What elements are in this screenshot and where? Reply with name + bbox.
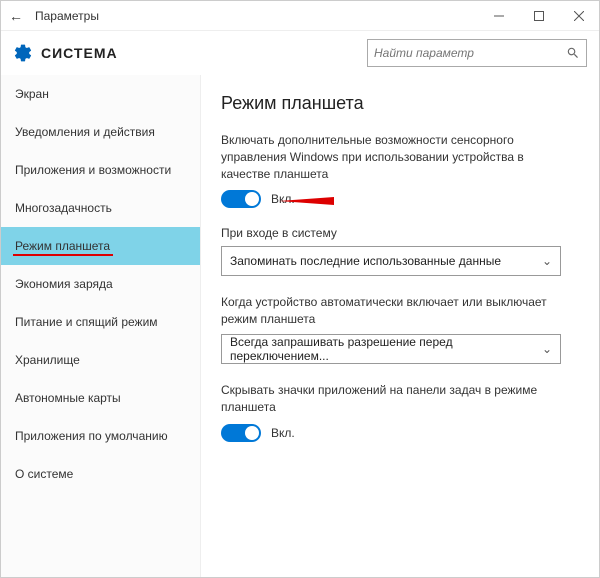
close-button[interactable] [559, 1, 599, 30]
sidebar-item-label: Автономные карты [15, 391, 121, 405]
toggle-row-1: Вкл. [221, 190, 579, 208]
sidebar-item[interactable]: Режим планшета [1, 227, 200, 265]
sidebar-item[interactable]: Экран [1, 75, 200, 113]
hide-icons-toggle[interactable] [221, 424, 261, 442]
tablet-mode-toggle[interactable] [221, 190, 261, 208]
sidebar: Экран Уведомления и действия Приложения и … [1, 75, 201, 577]
header: СИСТЕМА [1, 31, 599, 75]
sidebar-item-label: Приложения и возможности [15, 163, 171, 177]
section-title: СИСТЕМА [41, 45, 367, 61]
sidebar-item[interactable]: О системе [1, 455, 200, 493]
sidebar-item-label: Экран [15, 87, 49, 101]
search-box[interactable] [367, 39, 587, 67]
sublabel-auto: Когда устройство автоматически включает … [221, 294, 561, 328]
sidebar-item[interactable]: Многозадачность [1, 189, 200, 227]
maximize-button[interactable] [519, 1, 559, 30]
sidebar-item[interactable]: Автономные карты [1, 379, 200, 417]
minimize-button[interactable] [479, 1, 519, 30]
sidebar-item-label: Экономия заряда [15, 277, 113, 291]
content: Режим планшета Включать дополнительные в… [201, 75, 599, 577]
setting-desc-2: Скрывать значки приложений на панели зад… [221, 382, 561, 416]
select-value-1: Запоминать последние использованные данн… [230, 254, 501, 268]
sidebar-item[interactable]: Питание и спящий режим [1, 303, 200, 341]
titlebar: ← Параметры [1, 1, 599, 31]
signin-select[interactable]: Запоминать последние использованные данн… [221, 246, 561, 276]
page-title: Режим планшета [221, 93, 579, 114]
sublabel-signin: При входе в систему [221, 226, 579, 240]
toggle-label-2: Вкл. [271, 426, 295, 440]
sidebar-item-label: Уведомления и действия [15, 125, 155, 139]
annotation-underline [13, 254, 113, 256]
gear-icon [13, 43, 33, 63]
chevron-down-icon: ⌄ [542, 342, 552, 356]
annotation-arrow [279, 197, 334, 205]
sidebar-item-label: Хранилище [15, 353, 80, 367]
setting-desc-1: Включать дополнительные возможности сенс… [221, 132, 561, 182]
sidebar-item-label: Питание и спящий режим [15, 315, 158, 329]
sidebar-item-label: Приложения по умолчанию [15, 429, 168, 443]
sidebar-item[interactable]: Экономия заряда [1, 265, 200, 303]
search-icon [566, 46, 580, 60]
sidebar-item-label: Многозадачность [15, 201, 112, 215]
sidebar-item-label: Режим планшета [15, 239, 110, 253]
back-button[interactable]: ← [1, 8, 31, 24]
select-value-2: Всегда запрашивать разрешение перед пере… [230, 335, 542, 363]
sidebar-item[interactable]: Приложения по умолчанию [1, 417, 200, 455]
sidebar-item-label: О системе [15, 467, 73, 481]
sidebar-item[interactable]: Хранилище [1, 341, 200, 379]
auto-select[interactable]: Всегда запрашивать разрешение перед пере… [221, 334, 561, 364]
search-input[interactable] [374, 46, 566, 60]
window-title: Параметры [31, 9, 479, 23]
sidebar-item[interactable]: Приложения и возможности [1, 151, 200, 189]
sidebar-item[interactable]: Уведомления и действия [1, 113, 200, 151]
chevron-down-icon: ⌄ [542, 254, 552, 268]
toggle-row-2: Вкл. [221, 424, 579, 442]
